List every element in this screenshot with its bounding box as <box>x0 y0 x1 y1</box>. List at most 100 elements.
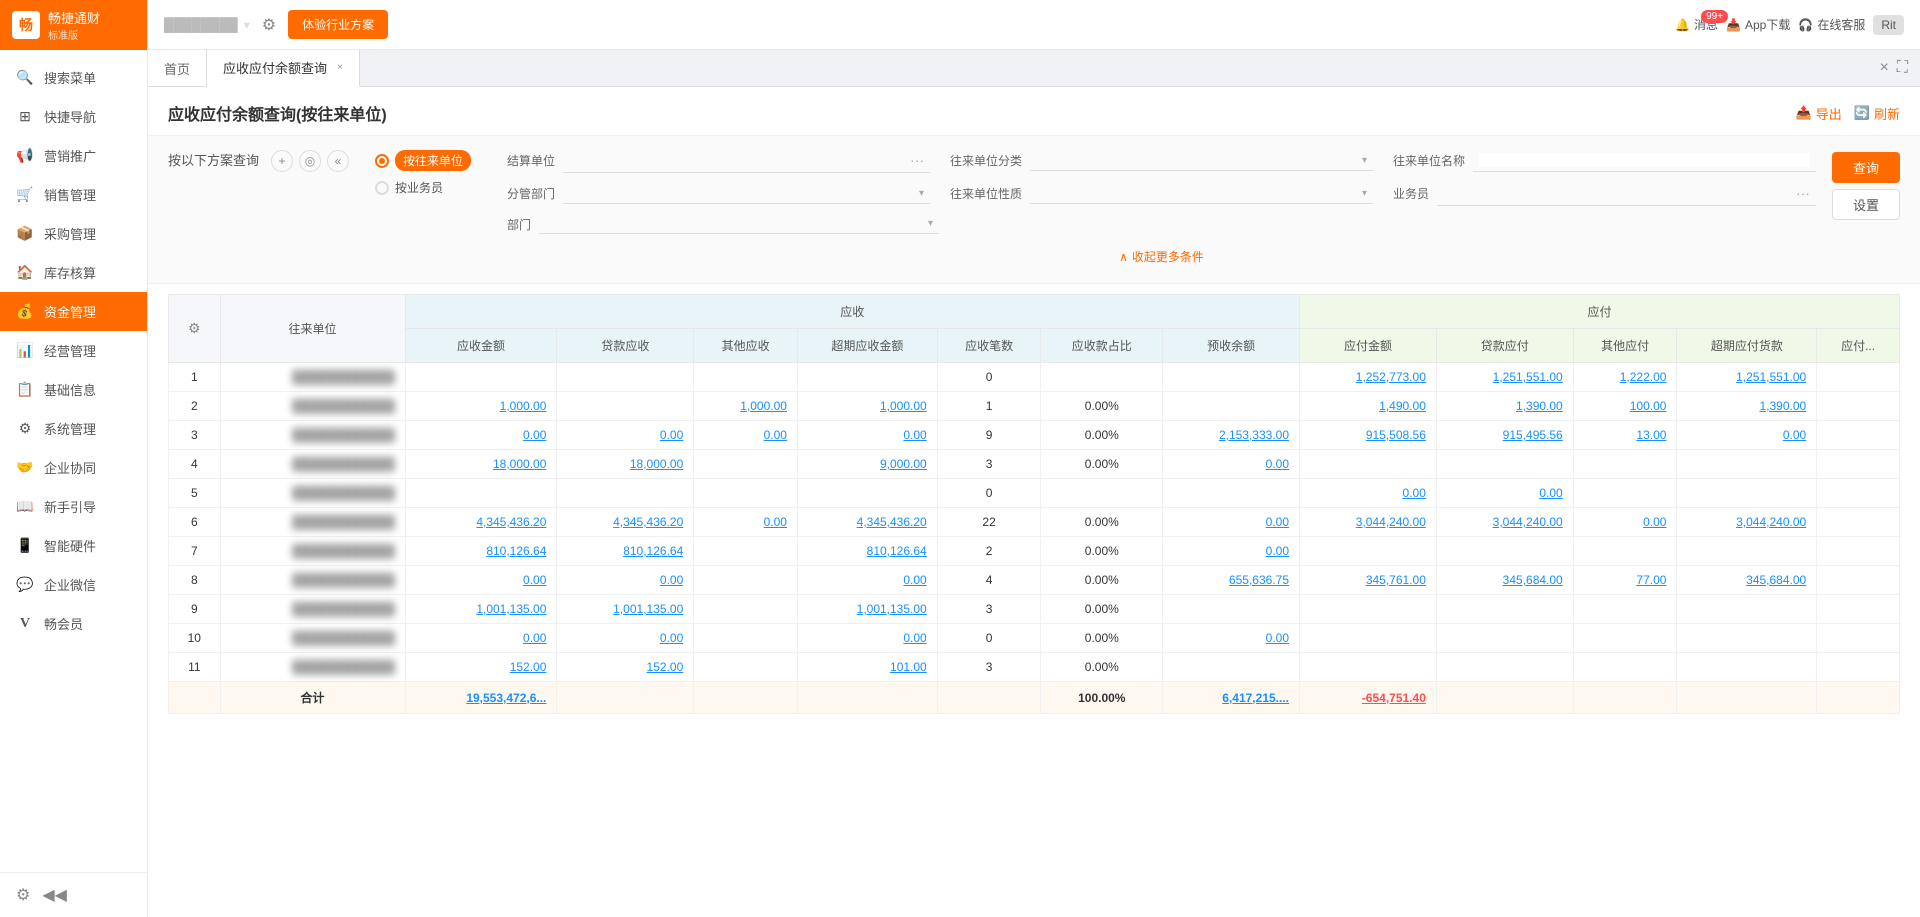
cell-advance_balance[interactable]: 0.00 <box>1163 450 1300 479</box>
cell-receivable_amount[interactable] <box>405 479 557 508</box>
cell-receivable_amount[interactable]: 810,126.64 <box>405 537 557 566</box>
dept-chevron[interactable]: ▾ <box>928 218 933 229</box>
cell-receivable_other[interactable] <box>694 363 798 392</box>
collapse-filter-btn[interactable]: « <box>327 150 349 172</box>
cell-payable_other[interactable]: 77.00 <box>1573 566 1677 595</box>
export-btn[interactable]: 📤 导出 <box>1796 104 1842 123</box>
collapse-filter-btn[interactable]: ∧ 收起更多条件 <box>507 242 1816 271</box>
sidebar-item-search-menu[interactable]: 🔍 搜索菜单 <box>0 58 147 97</box>
cell-receivable_other[interactable]: 0.00 <box>694 421 798 450</box>
cell-payable_other[interactable] <box>1573 479 1677 508</box>
cell-payable_other[interactable]: 1,222.00 <box>1573 363 1677 392</box>
tab-home[interactable]: 首页 <box>148 50 207 86</box>
cell-receivable_amount[interactable]: 0.00 <box>405 566 557 595</box>
sidebar-item-system[interactable]: ⚙ 系统管理 <box>0 409 147 448</box>
cell-overdue_payable[interactable] <box>1677 450 1817 479</box>
cell-overdue_receivable[interactable]: 1,001,135.00 <box>797 595 937 624</box>
cell-payable_loan[interactable] <box>1436 537 1573 566</box>
cell-overdue_receivable[interactable]: 0.00 <box>797 566 937 595</box>
cell-advance_balance[interactable] <box>1163 653 1300 682</box>
filter-settings-btn[interactable]: ◎ <box>299 150 321 172</box>
sidebar-item-base-info[interactable]: 📋 基础信息 <box>0 370 147 409</box>
cell-overdue_payable[interactable] <box>1677 624 1817 653</box>
cell-receivable_other[interactable] <box>694 595 798 624</box>
cell-receivable_amount[interactable] <box>405 363 557 392</box>
cell-receivable_other[interactable] <box>694 450 798 479</box>
cell-payable_amount[interactable] <box>1300 624 1437 653</box>
cell-payable_loan[interactable] <box>1436 450 1573 479</box>
partner-category-chevron[interactable]: ▾ <box>1362 155 1367 166</box>
customer-service-btn[interactable]: 🎧 在线客服 <box>1798 16 1865 33</box>
sidebar-item-quick-nav[interactable]: ⊞ 快捷导航 <box>0 97 147 136</box>
cell-receivable_loan[interactable]: 1,001,135.00 <box>557 595 694 624</box>
cell-receivable_other[interactable] <box>694 479 798 508</box>
tab-close-btn[interactable]: × <box>337 62 343 73</box>
tab-receivable[interactable]: 应收应付余额查询 × <box>207 50 360 87</box>
cell-receivable_loan[interactable]: 810,126.64 <box>557 537 694 566</box>
cell-payable_other[interactable] <box>1573 653 1677 682</box>
cell-overdue_receivable[interactable]: 1,000.00 <box>797 392 937 421</box>
cell-receivable_loan[interactable] <box>557 392 694 421</box>
cell-advance_balance[interactable]: 655,636.75 <box>1163 566 1300 595</box>
cell-overdue_receivable[interactable]: 9,000.00 <box>797 450 937 479</box>
total-receivable-amount[interactable]: 19,553,472,6... <box>405 682 557 714</box>
cell-receivable_amount[interactable]: 18,000.00 <box>405 450 557 479</box>
cell-payable_other[interactable]: 100.00 <box>1573 392 1677 421</box>
maximize-window-btn[interactable]: ⛶ <box>1897 59 1908 77</box>
cell-payable_loan[interactable]: 3,044,240.00 <box>1436 508 1573 537</box>
cell-overdue_payable[interactable] <box>1677 537 1817 566</box>
user-menu[interactable]: Rit <box>1873 18 1904 32</box>
sidebar-item-marketing[interactable]: 📢 营销推广 <box>0 136 147 175</box>
cell-payable_other[interactable] <box>1573 537 1677 566</box>
cell-overdue_payable[interactable]: 3,044,240.00 <box>1677 508 1817 537</box>
cell-payable_amount[interactable] <box>1300 653 1437 682</box>
cell-payable_amount[interactable]: 3,044,240.00 <box>1300 508 1437 537</box>
app-download-btn[interactable]: 📥 App下载 <box>1726 16 1790 33</box>
cell-overdue_payable[interactable]: 0.00 <box>1677 421 1817 450</box>
cell-payable_amount[interactable]: 345,761.00 <box>1300 566 1437 595</box>
cell-payable_loan[interactable] <box>1436 653 1573 682</box>
cell-overdue_receivable[interactable]: 0.00 <box>797 624 937 653</box>
sidebar-item-guide[interactable]: 📖 新手引导 <box>0 487 147 526</box>
total-payable-amount[interactable]: -654,751.40 <box>1300 682 1437 714</box>
total-advance-balance[interactable]: 6,417,215.... <box>1163 682 1300 714</box>
sidebar-item-purchase[interactable]: 📦 采购管理 <box>0 214 147 253</box>
cell-receivable_amount[interactable]: 1,000.00 <box>405 392 557 421</box>
cell-receivable_amount[interactable]: 1,001,135.00 <box>405 595 557 624</box>
salesperson-dots[interactable]: ··· <box>1796 185 1810 201</box>
sidebar-item-inventory[interactable]: 🏠 库存核算 <box>0 253 147 292</box>
cell-receivable_loan[interactable]: 0.00 <box>557 421 694 450</box>
partner-nature-chevron[interactable]: ▾ <box>1362 188 1367 199</box>
filter-mode-partner[interactable]: 按往来单位 <box>375 150 471 171</box>
th-settings[interactable]: ⚙ <box>169 295 221 363</box>
cell-advance_balance[interactable]: 0.00 <box>1163 508 1300 537</box>
cell-overdue_payable[interactable]: 345,684.00 <box>1677 566 1817 595</box>
table-settings-icon[interactable]: ⚙ <box>188 320 201 336</box>
cell-overdue_payable[interactable]: 1,251,551.00 <box>1677 363 1817 392</box>
notifications-btn[interactable]: 🔔 消息 99+ <box>1675 16 1718 33</box>
cell-receivable_amount[interactable]: 4,345,436.20 <box>405 508 557 537</box>
cell-advance_balance[interactable]: 0.00 <box>1163 624 1300 653</box>
cell-payable_other[interactable] <box>1573 450 1677 479</box>
cell-payable_loan[interactable]: 0.00 <box>1436 479 1573 508</box>
sidebar-item-finance[interactable]: 💰 资金管理 <box>0 292 147 331</box>
cell-payable_other[interactable]: 0.00 <box>1573 508 1677 537</box>
cell-advance_balance[interactable] <box>1163 595 1300 624</box>
cell-overdue_payable[interactable] <box>1677 653 1817 682</box>
cell-advance_balance[interactable] <box>1163 479 1300 508</box>
cell-payable_loan[interactable]: 915,495.56 <box>1436 421 1573 450</box>
cell-receivable_loan[interactable]: 4,345,436.20 <box>557 508 694 537</box>
cell-payable_loan[interactable] <box>1436 595 1573 624</box>
cell-payable_amount[interactable]: 0.00 <box>1300 479 1437 508</box>
cell-payable_amount[interactable]: 1,490.00 <box>1300 392 1437 421</box>
cell-payable_other[interactable]: 13.00 <box>1573 421 1677 450</box>
department-chevron[interactable]: ▾ <box>919 188 924 199</box>
cell-receivable_loan[interactable]: 152.00 <box>557 653 694 682</box>
solution-btn[interactable]: 体验行业方案 <box>288 10 388 39</box>
cell-payable_other[interactable] <box>1573 595 1677 624</box>
cell-receivable_other[interactable] <box>694 566 798 595</box>
topbar-gear-icon[interactable]: ⚙ <box>262 15 276 35</box>
cell-overdue_receivable[interactable] <box>797 363 937 392</box>
sidebar-item-sales[interactable]: 🛒 销售管理 <box>0 175 147 214</box>
settlement-unit-dots[interactable]: ··· <box>910 152 924 168</box>
